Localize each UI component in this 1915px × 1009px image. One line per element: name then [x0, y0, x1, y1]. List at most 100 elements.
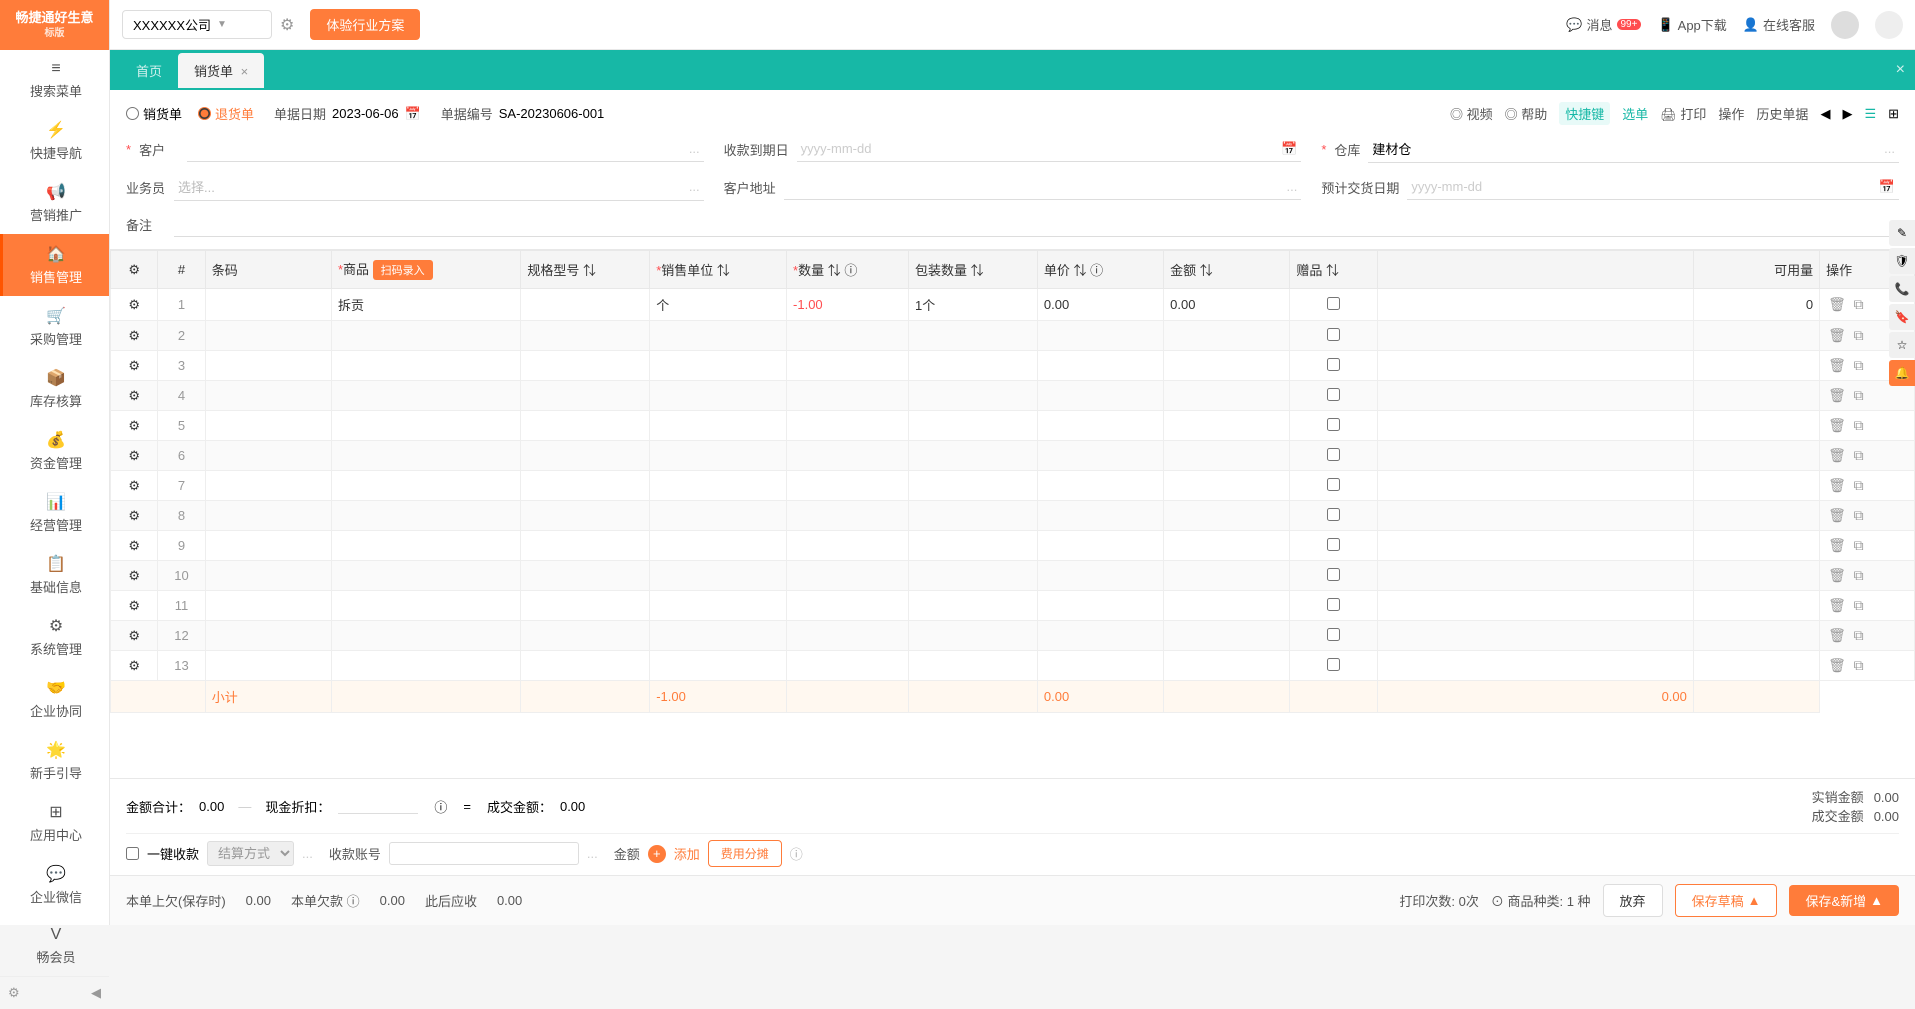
sidebar-item-quick-nav[interactable]: ⚡ 快捷导航	[0, 110, 109, 172]
account-input[interactable]	[389, 842, 579, 865]
delete-row-btn[interactable]: 🗑	[1826, 657, 1848, 673]
sidebar-item-basic-info[interactable]: 📋 基础信息	[0, 544, 109, 606]
row-barcode[interactable]	[205, 441, 331, 471]
sidebar-item-finance[interactable]: 💰 资金管理	[0, 420, 109, 482]
row-gift[interactable]	[1290, 289, 1378, 321]
user-avatar-2[interactable]	[1875, 11, 1903, 39]
float-phone-icon[interactable]: 📞	[1889, 276, 1915, 302]
sidebar-item-sales[interactable]: 🏠 销售管理	[0, 234, 109, 296]
row-settings[interactable]: ⚙	[111, 381, 158, 411]
row-qty[interactable]	[787, 321, 909, 351]
address-input[interactable]: ...	[784, 174, 1302, 200]
collapse-icon[interactable]: ◀	[91, 985, 101, 1001]
save-draft-button[interactable]: 保存草稿 ▲	[1675, 884, 1778, 917]
copy-row-btn[interactable]: ⧉	[1852, 417, 1866, 433]
row-pkgqty[interactable]	[909, 441, 1038, 471]
copy-row-btn[interactable]: ⧉	[1852, 327, 1866, 343]
row-amount[interactable]: 0.00	[1164, 289, 1290, 321]
sidebar-item-search-order[interactable]: ≡ 搜索菜单	[0, 50, 109, 110]
row-product[interactable]	[331, 441, 520, 471]
history-btn[interactable]: 历史单据	[1756, 104, 1808, 123]
sidebar-item-marketing[interactable]: 📢 营销推广	[0, 172, 109, 234]
row-qty[interactable]	[787, 351, 909, 381]
row-unit[interactable]	[650, 411, 787, 441]
row-unit[interactable]	[650, 471, 787, 501]
sales-order-radio[interactable]: 销货单	[126, 104, 182, 123]
row-gift[interactable]	[1290, 501, 1378, 531]
user-avatar[interactable]	[1831, 11, 1859, 39]
row-qty[interactable]	[787, 411, 909, 441]
row-amount[interactable]	[1164, 441, 1290, 471]
message-btn[interactable]: 💬 消息 99+	[1566, 15, 1641, 34]
row-price[interactable]	[1037, 411, 1163, 441]
row-price[interactable]	[1037, 381, 1163, 411]
row-pkgqty[interactable]	[909, 591, 1038, 621]
save-new-button[interactable]: 保存&新增 ▲	[1789, 885, 1899, 916]
tab-close-icon[interactable]: ×	[241, 64, 249, 79]
row-amount[interactable]	[1164, 411, 1290, 441]
payment-checkbox[interactable]	[126, 847, 139, 860]
row-unit[interactable]	[650, 501, 787, 531]
customer-input[interactable]: ...	[187, 136, 704, 162]
row-barcode[interactable]	[205, 381, 331, 411]
copy-row-btn[interactable]: ⧉	[1852, 296, 1866, 312]
row-product[interactable]	[331, 411, 520, 441]
settings-gear-icon[interactable]: ⚙	[280, 15, 294, 35]
print-btn[interactable]: 🖨 打印	[1660, 104, 1706, 123]
add-item-btn[interactable]: +	[648, 845, 666, 863]
delivery-date-input[interactable]: yyyy-mm-dd 📅	[1407, 174, 1899, 200]
return-order-radio[interactable]: 退货单	[198, 104, 254, 123]
app-download-btn[interactable]: 📱 App下载	[1657, 15, 1726, 34]
delete-row-btn[interactable]: 🗑	[1826, 567, 1848, 583]
delete-row-btn[interactable]: 🗑	[1826, 597, 1848, 613]
online-service-btn[interactable]: 👤 在线客服	[1743, 15, 1815, 34]
row-amount[interactable]	[1164, 321, 1290, 351]
row-qty[interactable]	[787, 381, 909, 411]
warehouse-input[interactable]: 建材仓 ...	[1368, 135, 1899, 163]
select-btn[interactable]: 选单	[1622, 104, 1648, 123]
copy-row-btn[interactable]: ⧉	[1852, 537, 1866, 553]
delete-row-btn[interactable]: 🗑	[1826, 357, 1848, 373]
copy-row-btn[interactable]: ⧉	[1852, 447, 1866, 463]
row-qty[interactable]	[787, 441, 909, 471]
row-settings[interactable]: ⚙	[111, 289, 158, 321]
row-qty[interactable]	[787, 471, 909, 501]
delete-row-btn[interactable]: 🗑	[1826, 327, 1848, 343]
row-product[interactable]	[331, 531, 520, 561]
copy-row-btn[interactable]: ⧉	[1852, 597, 1866, 613]
delete-row-btn[interactable]: 🗑	[1826, 507, 1848, 523]
discount-input[interactable]	[338, 798, 418, 814]
row-price[interactable]	[1037, 651, 1163, 681]
row-unit[interactable]	[650, 381, 787, 411]
calendar-3-icon[interactable]: 📅	[1879, 179, 1895, 195]
sidebar-item-member[interactable]: V 畅会员	[0, 916, 109, 976]
abandon-button[interactable]: 放弃	[1603, 884, 1663, 917]
row-pkgqty[interactable]	[909, 321, 1038, 351]
row-unit[interactable]: 个	[650, 289, 787, 321]
row-product[interactable]	[331, 321, 520, 351]
row-product[interactable]	[331, 591, 520, 621]
row-price[interactable]	[1037, 351, 1163, 381]
row-price[interactable]	[1037, 561, 1163, 591]
copy-row-btn[interactable]: ⧉	[1852, 387, 1866, 403]
grid-layout-icon[interactable]: ⊞	[1888, 106, 1899, 122]
float-edit-icon[interactable]: ✎	[1889, 220, 1915, 246]
row-spec[interactable]	[521, 351, 650, 381]
payment-due-input[interactable]: yyyy-mm-dd 📅	[797, 136, 1302, 162]
row-gift[interactable]	[1290, 381, 1378, 411]
tab-sales-order[interactable]: 销货单 ×	[178, 53, 264, 88]
row-barcode[interactable]	[205, 471, 331, 501]
row-pkgqty[interactable]	[909, 381, 1038, 411]
row-qty[interactable]	[787, 651, 909, 681]
row-barcode[interactable]	[205, 531, 331, 561]
copy-row-btn[interactable]: ⧉	[1852, 507, 1866, 523]
copy-row-btn[interactable]: ⧉	[1852, 357, 1866, 373]
row-price[interactable]	[1037, 531, 1163, 561]
row-barcode[interactable]	[205, 591, 331, 621]
row-gift[interactable]	[1290, 471, 1378, 501]
sidebar-item-wechat[interactable]: 💬 企业微信	[0, 854, 109, 916]
row-spec[interactable]	[521, 621, 650, 651]
row-product[interactable]	[331, 471, 520, 501]
row-product[interactable]	[331, 351, 520, 381]
row-unit[interactable]	[650, 651, 787, 681]
